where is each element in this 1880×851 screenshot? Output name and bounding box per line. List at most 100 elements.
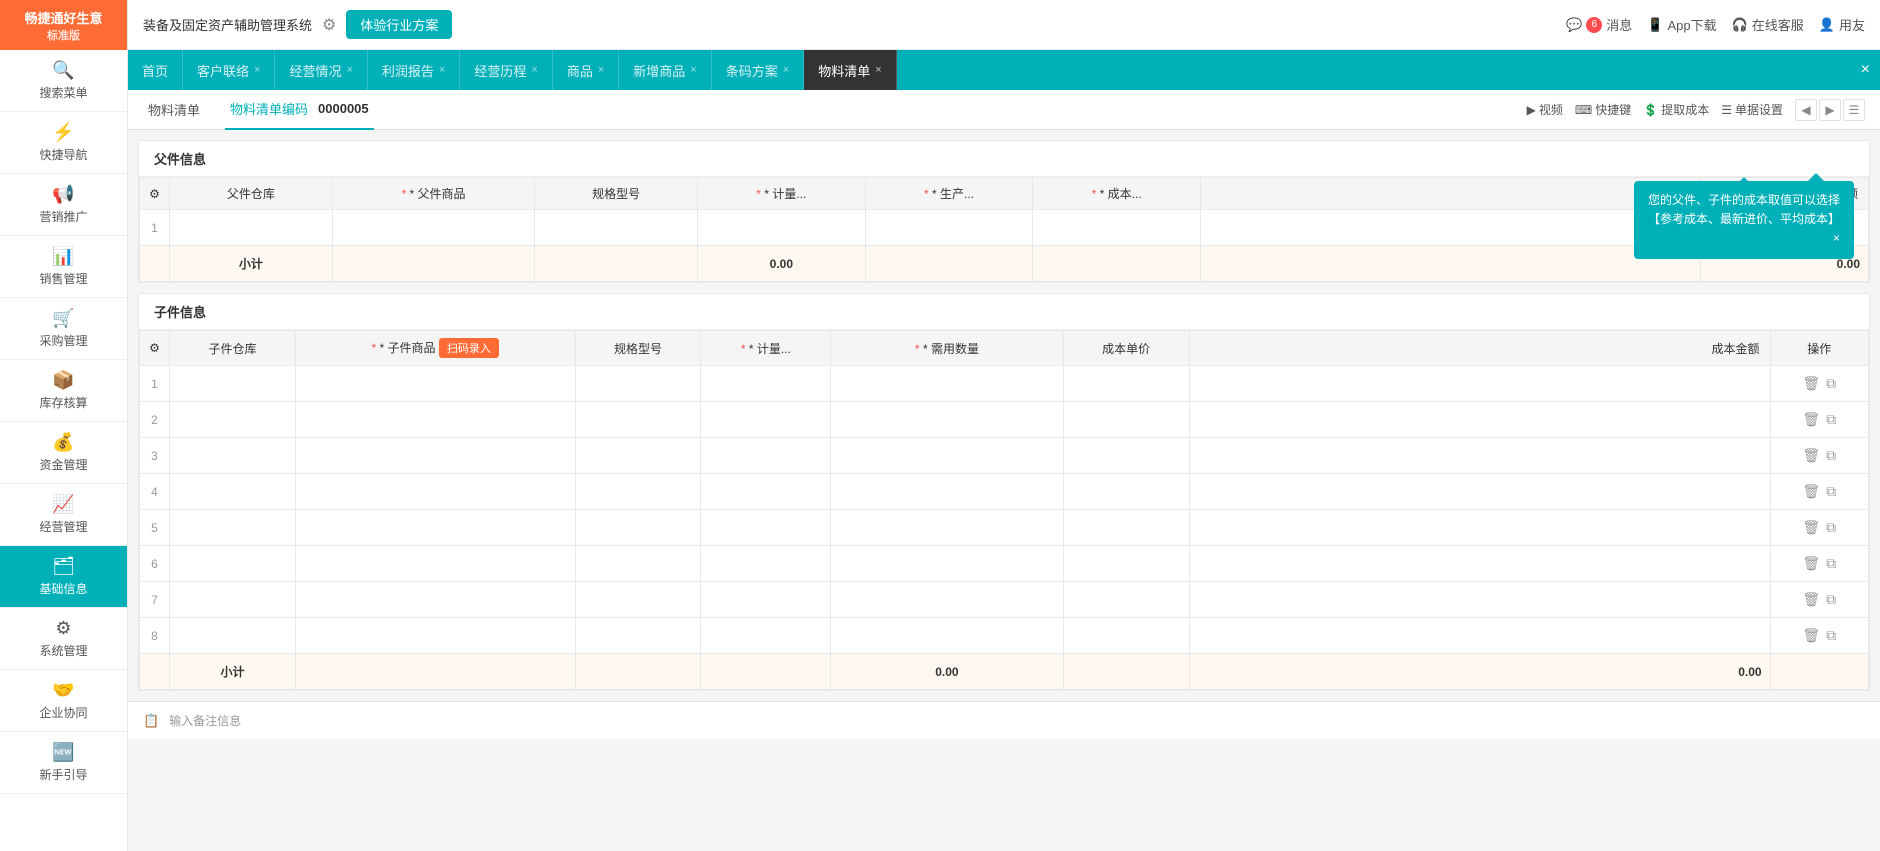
shortcut-action[interactable]: ⌨ 快捷键 — [1575, 101, 1631, 118]
parent-row-1-warehouse[interactable] — [170, 210, 333, 246]
parent-row-1-production[interactable] — [865, 210, 1033, 246]
nav-next[interactable]: ▶ — [1819, 99, 1841, 121]
child-col-spec: 规格型号 — [575, 331, 701, 366]
trial-button[interactable]: 体验行业方案 — [346, 10, 452, 39]
parent-row-1-spec[interactable] — [535, 210, 698, 246]
tab-new-product-close[interactable]: × — [690, 64, 696, 76]
sub-tab-list-label: 物料清单 — [148, 100, 200, 119]
tab-customer-close[interactable]: × — [254, 64, 260, 76]
sidebar-item-search[interactable]: 🔍 搜索菜单 — [0, 50, 127, 112]
sidebar-item-purchase[interactable]: 🛒 采购管理 — [0, 298, 127, 360]
page-content: 物料清单 物料清单编码 0000005 ▶ 视频 ⌨ 快捷键 💲 提取成本 — [128, 90, 1880, 851]
child-row-1: 1 🗑 ⧉ — [140, 366, 1869, 402]
child-row-5-copy[interactable]: ⧉ — [1826, 519, 1836, 536]
sub-tab-list[interactable]: 物料清单 — [143, 90, 205, 130]
main-area: 装备及固定资产辅助管理系统 ⚙ 体验行业方案 💬 6 消息 📱 App下载 🎧 … — [128, 0, 1880, 851]
child-row-1-delete-icon[interactable]: 🗑 — [1802, 375, 1820, 392]
sidebar-item-quicknav[interactable]: ⚡ 快捷导航 — [0, 112, 127, 174]
guide-icon: 🆕 — [52, 742, 74, 763]
app-download-button[interactable]: 📱 App下载 — [1647, 15, 1716, 34]
child-row-8-delete[interactable]: 🗑 — [1802, 627, 1820, 644]
tab-bom[interactable]: 物料清单 × — [804, 50, 896, 90]
user-button[interactable]: 👤 用友 — [1819, 15, 1865, 34]
scan-button[interactable]: 扫码录入 — [439, 338, 499, 358]
sidebar-label-operation: 经营管理 — [39, 518, 87, 535]
child-row-7: 7 🗑⧉ — [140, 582, 1869, 618]
tab-barcode[interactable]: 条码方案 × — [712, 50, 804, 90]
shortcut-label: 快捷键 — [1595, 101, 1631, 118]
tab-history-close[interactable]: × — [531, 64, 537, 76]
tab-bom-close[interactable]: × — [875, 64, 881, 76]
message-icon: 💬 — [1566, 17, 1582, 33]
tab-product-close[interactable]: × — [598, 64, 604, 76]
service-label: 在线客服 — [1752, 15, 1804, 34]
sub-tab-detail[interactable]: 物料清单编码 0000005 — [225, 90, 374, 130]
system-icon: ⚙ — [55, 618, 71, 639]
tab-profit[interactable]: 利润报告 × — [368, 50, 460, 90]
sidebar-item-sales[interactable]: 📊 销售管理 — [0, 236, 127, 298]
child-col-unit-cost: 成本单价 — [1063, 331, 1189, 366]
child-row-6-delete[interactable]: 🗑 — [1802, 555, 1820, 572]
settings-action[interactable]: ☰ 单据设置 — [1721, 101, 1783, 118]
child-row-5-delete[interactable]: 🗑 — [1802, 519, 1820, 536]
parent-row-1-unit[interactable] — [697, 210, 865, 246]
nav-list[interactable]: ☰ — [1843, 99, 1865, 121]
sidebar-item-enterprise[interactable]: 🤝 企业协同 — [0, 670, 127, 732]
parent-col-settings[interactable]: ⚙ — [140, 178, 170, 210]
sidebar-item-finance[interactable]: 💰 资金管理 — [0, 422, 127, 484]
child-col-warehouse-label: 子件仓库 — [208, 342, 256, 356]
parent-col-production-label: * 生产... — [932, 187, 974, 201]
parent-col-spec: 规格型号 — [535, 178, 698, 210]
parent-row-1-product[interactable] — [332, 210, 535, 246]
parent-row-1-cost[interactable] — [1033, 210, 1201, 246]
settings-icon[interactable]: ⚙ — [322, 15, 336, 35]
child-row-4-delete[interactable]: 🗑 — [1802, 483, 1820, 500]
child-row-3-delete[interactable]: 🗑 — [1802, 447, 1820, 464]
purchase-icon: 🛒 — [52, 308, 74, 329]
tooltip-text: 您的父件、子件的成本取值可以选择【参考成本、最新进价、平均成本】 — [1648, 193, 1840, 226]
child-row-7-copy[interactable]: ⧉ — [1826, 591, 1836, 608]
child-row-2-copy[interactable]: ⧉ — [1826, 411, 1836, 428]
child-subtotal-quantity: 0.00 — [831, 654, 1063, 690]
child-row-1-spec[interactable] — [575, 366, 701, 402]
child-row-1-copy-icon[interactable]: ⧉ — [1826, 375, 1836, 392]
child-row-2-delete[interactable]: 🗑 — [1802, 411, 1820, 428]
sidebar-item-basic[interactable]: 🗂 基础信息 — [0, 546, 127, 608]
sidebar-item-guide[interactable]: 🆕 新手引导 — [0, 732, 127, 794]
child-col-settings[interactable]: ⚙ — [140, 331, 170, 366]
child-row-7-delete[interactable]: 🗑 — [1802, 591, 1820, 608]
message-button[interactable]: 💬 6 消息 — [1566, 15, 1632, 34]
child-row-1-warehouse[interactable] — [170, 366, 296, 402]
child-row-6-copy[interactable]: ⧉ — [1826, 555, 1836, 572]
child-row-4-copy[interactable]: ⧉ — [1826, 483, 1836, 500]
tab-new-product[interactable]: 新增商品 × — [619, 50, 711, 90]
sidebar-item-marketing[interactable]: 📢 营销推广 — [0, 174, 127, 236]
sidebar-item-inventory[interactable]: 📦 库存核算 — [0, 360, 127, 422]
tab-customer[interactable]: 客户联络 × — [183, 50, 275, 90]
tab-profit-close[interactable]: × — [439, 64, 445, 76]
tab-product[interactable]: 商品 × — [553, 50, 619, 90]
nav-prev[interactable]: ◀ — [1795, 99, 1817, 121]
parent-subtotal-empty5 — [1201, 246, 1701, 282]
close-all-tabs[interactable]: × — [1851, 61, 1880, 79]
service-button[interactable]: 🎧 在线客服 — [1732, 15, 1804, 34]
child-row-1-quantity[interactable] — [831, 366, 1063, 402]
sidebar-item-operation[interactable]: 📈 经营管理 — [0, 484, 127, 546]
tooltip-close-button[interactable]: × — [1833, 229, 1840, 248]
child-col-unit: * * 计量... — [701, 331, 831, 366]
tab-history[interactable]: 经营历程 × — [460, 50, 552, 90]
child-row-1-product[interactable] — [295, 366, 575, 402]
child-row-3-copy[interactable]: ⧉ — [1826, 447, 1836, 464]
video-action[interactable]: ▶ 视频 — [1527, 101, 1563, 118]
child-row-8-copy[interactable]: ⧉ — [1826, 627, 1836, 644]
sidebar-item-system[interactable]: ⚙ 系统管理 — [0, 608, 127, 670]
tab-barcode-close[interactable]: × — [783, 64, 789, 76]
tab-home[interactable]: 首页 — [128, 50, 183, 90]
child-row-1-unit-cost[interactable] — [1063, 366, 1189, 402]
tab-operation-status-close[interactable]: × — [346, 64, 352, 76]
cost-action[interactable]: 💲 提取成本 — [1643, 101, 1709, 118]
child-row-1-unit[interactable] — [701, 366, 831, 402]
tab-operation-status[interactable]: 经营情况 × — [275, 50, 367, 90]
search-icon: 🔍 — [52, 60, 74, 81]
child-col-spec-label: 规格型号 — [614, 342, 662, 356]
